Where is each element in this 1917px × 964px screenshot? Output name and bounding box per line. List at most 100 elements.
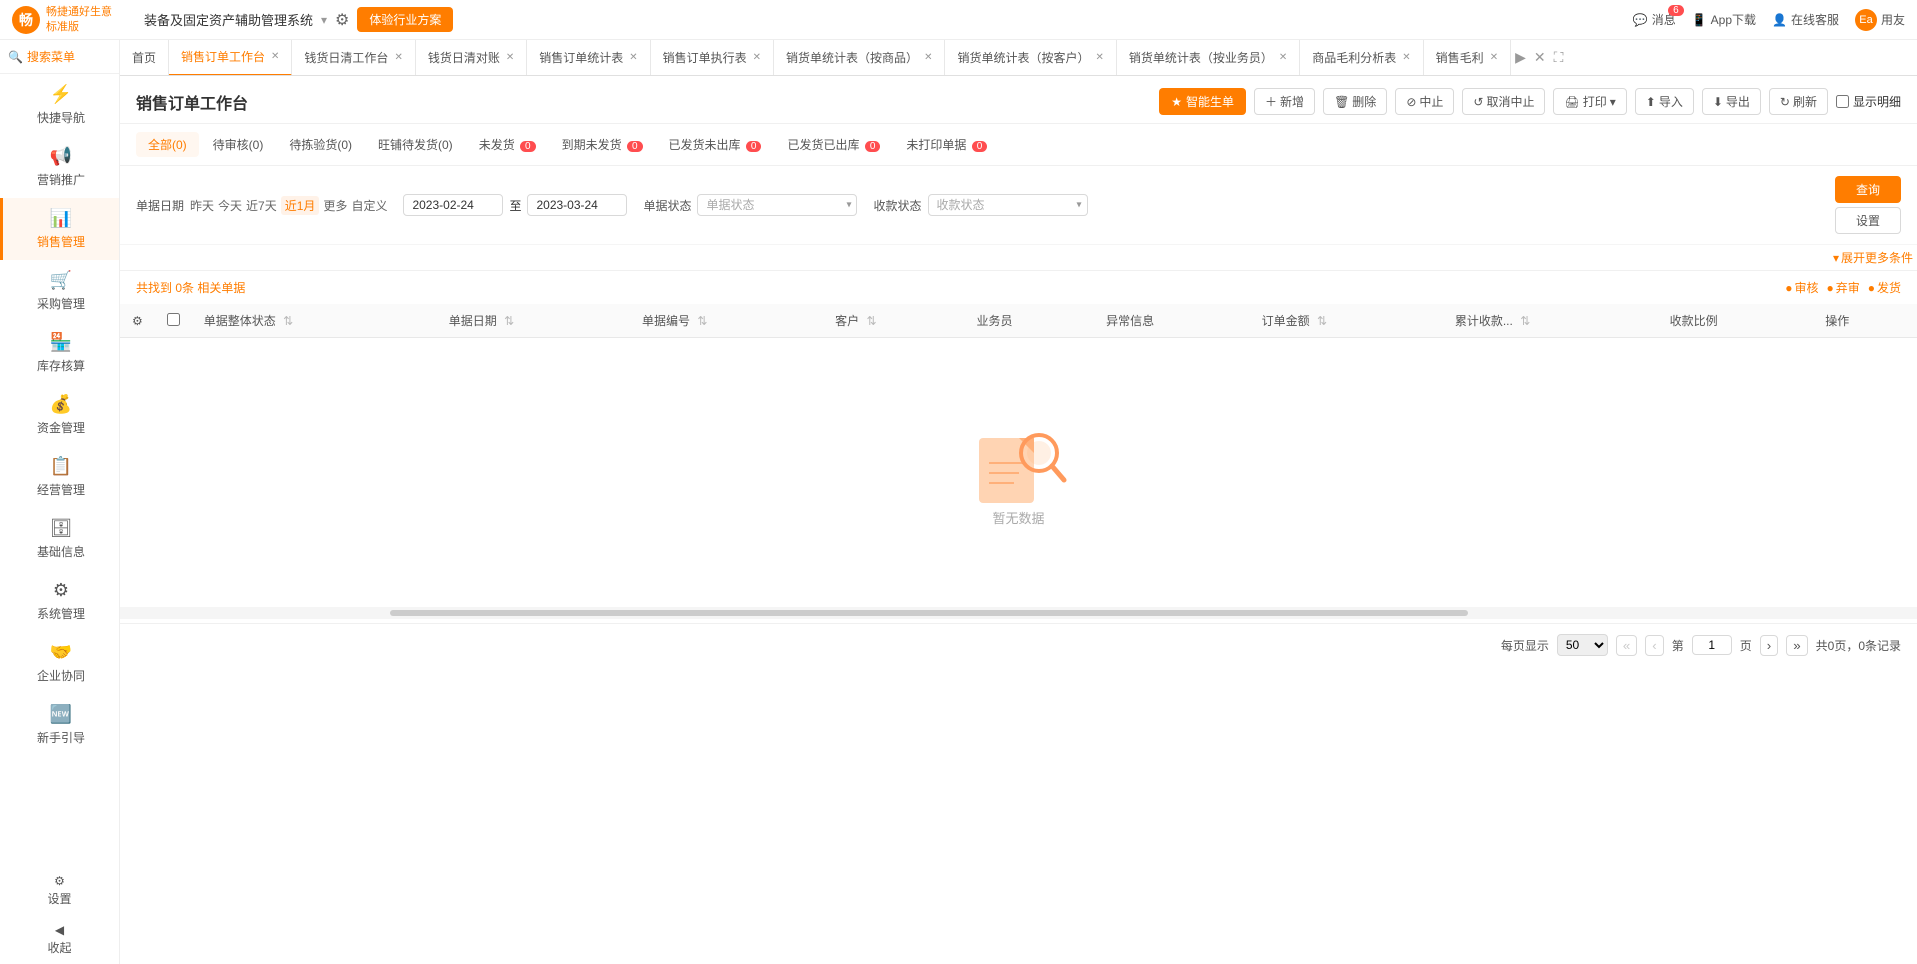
date-7days[interactable]: 近7天 <box>246 197 277 214</box>
th-amount[interactable]: 订单金额 ⇅ <box>1250 304 1443 338</box>
show-detail-checkbox[interactable] <box>1836 95 1849 108</box>
sidebar-item-inventory[interactable]: 🏪 库存核算 <box>0 322 119 384</box>
stop-btn[interactable]: ⊘ 中止 <box>1395 88 1454 115</box>
th-collected[interactable]: 累计收款... ⇅ <box>1443 304 1658 338</box>
last-page-btn[interactable]: » <box>1786 635 1807 656</box>
date-from-input[interactable] <box>403 194 503 216</box>
online-service-btn[interactable]: 👤 在线客服 <box>1772 11 1839 28</box>
horizontal-scrollbar[interactable] <box>120 607 1917 619</box>
th-abnormal[interactable]: 异常信息 <box>1094 304 1250 338</box>
tab-sales-stats-by-product[interactable]: 销货单统计表（按商品） ✕ <box>774 40 945 76</box>
query-btn[interactable]: 查询 <box>1835 176 1901 203</box>
filter-tab-not-printed[interactable]: 未打印单据 0 <box>894 132 999 157</box>
sidebar-item-base-info[interactable]: 🗄 基础信息 <box>0 508 119 570</box>
expand-btn[interactable]: ▾ 展开更多条件 <box>1833 249 1913 266</box>
date-more[interactable]: 更多 <box>323 197 347 214</box>
tab-close-sales-order-stats[interactable]: ✕ <box>629 52 637 63</box>
filter-tab-not-shipped[interactable]: 未发货 0 <box>467 132 548 157</box>
date-today[interactable]: 今天 <box>218 197 242 214</box>
th-status[interactable]: 单据整体状态 ⇅ <box>192 304 437 338</box>
filter-tab-shipped-not-out[interactable]: 已发货未出库 0 <box>657 132 774 157</box>
sidebar-item-new-guide[interactable]: 🆕 新手引导 <box>0 694 119 756</box>
tab-close-sales-stats-by-customer[interactable]: ✕ <box>1095 52 1103 63</box>
ship-btn[interactable]: ● 发货 <box>1868 279 1901 296</box>
settings-btn[interactable]: 设置 <box>1835 207 1901 234</box>
tab-cash-daily[interactable]: 钱货日清工作台 ✕ <box>292 40 415 76</box>
next-page-btn[interactable]: › <box>1760 635 1778 656</box>
tab-close-all-btn[interactable]: ✕ <box>1530 49 1550 66</box>
system-dropdown-btn[interactable]: ▾ <box>321 13 327 27</box>
th-staff[interactable]: 业务员 <box>964 304 1094 338</box>
tab-sales-profit[interactable]: 销售毛利 ✕ <box>1424 40 1511 76</box>
tab-close-sales-stats-by-staff[interactable]: ✕ <box>1279 52 1287 63</box>
date-to-input[interactable] <box>527 194 627 216</box>
unaudit-btn[interactable]: ● 弃审 <box>1826 279 1859 296</box>
filter-tab-pending-inspect[interactable]: 待拣验货(0) <box>277 132 364 157</box>
tab-sales-workbench[interactable]: 销售订单工作台 ✕ <box>169 40 292 76</box>
sidebar-item-purchase[interactable]: 🛒 采购管理 <box>0 260 119 322</box>
show-detail-label[interactable]: 显示明细 <box>1836 93 1901 110</box>
tab-close-sales-workbench[interactable]: ✕ <box>271 51 279 62</box>
filter-tab-overdue-not-shipped[interactable]: 到期未发货 0 <box>550 132 655 157</box>
sidebar-settings-btn[interactable]: ⚙ 设置 <box>0 866 119 915</box>
tab-close-product-margin[interactable]: ✕ <box>1402 52 1410 63</box>
tab-product-margin[interactable]: 商品毛利分析表 ✕ <box>1300 40 1423 76</box>
cancel-stop-btn[interactable]: ↺ 取消中止 <box>1462 88 1545 115</box>
tab-sales-stats-by-customer[interactable]: 销货单统计表（按客户） ✕ <box>945 40 1116 76</box>
per-page-select[interactable]: 10 20 50 100 <box>1557 634 1608 656</box>
status-select[interactable]: 单据状态 <box>697 194 857 216</box>
message-btn[interactable]: 💬 消息 6 <box>1633 11 1676 28</box>
sidebar-item-sys-mgmt[interactable]: ⚙ 系统管理 <box>0 570 119 632</box>
refresh-btn[interactable]: ↻ 刷新 <box>1769 88 1828 115</box>
sidebar-collapse-btn[interactable]: ◀ 收起 <box>0 915 119 964</box>
import-btn[interactable]: ⬆ 导入 <box>1635 88 1694 115</box>
tab-maximize-btn[interactable]: ⛶ <box>1550 49 1568 66</box>
tab-home[interactable]: 首页 <box>120 40 169 76</box>
tab-close-cash-daily[interactable]: ✕ <box>394 52 402 63</box>
gear-btn[interactable]: ⚙ <box>335 10 349 30</box>
review-btn[interactable]: ● 审核 <box>1785 279 1818 296</box>
page-number-input[interactable] <box>1692 635 1732 655</box>
tab-close-sales-stats-by-product[interactable]: ✕ <box>924 52 932 63</box>
payment-label: 收款状态 <box>873 197 921 214</box>
print-btn[interactable]: 🖨 打印 ▾ <box>1553 88 1626 115</box>
th-settings[interactable]: ⚙ <box>120 304 155 338</box>
delete-btn[interactable]: 🗑 删除 <box>1323 88 1387 115</box>
export-btn[interactable]: ⬇ 导出 <box>1702 88 1761 115</box>
filter-tab-pending-review[interactable]: 待审核(0) <box>201 132 276 157</box>
sidebar-item-sales[interactable]: 📊 销售管理 <box>0 198 119 260</box>
sort-amount-icon: ⇅ <box>1317 314 1327 328</box>
first-page-btn[interactable]: « <box>1616 635 1637 656</box>
select-all-checkbox[interactable] <box>167 313 180 326</box>
payment-select[interactable]: 收款状态 <box>928 194 1088 216</box>
filter-tab-wangpu-ship[interactable]: 旺铺待发货(0) <box>366 132 465 157</box>
tab-close-sales-order-exec[interactable]: ✕ <box>753 52 761 63</box>
tab-cash-reconcile[interactable]: 钱货日清对账 ✕ <box>416 40 527 76</box>
tab-close-sales-profit[interactable]: ✕ <box>1490 52 1498 63</box>
th-date[interactable]: 单据日期 ⇅ <box>437 304 630 338</box>
trial-button[interactable]: 体验行业方案 <box>357 7 453 32</box>
date-1month[interactable]: 近1月 <box>281 196 320 215</box>
th-customer[interactable]: 客户 ⇅ <box>823 304 964 338</box>
sidebar-item-ops[interactable]: 📋 经营管理 <box>0 446 119 508</box>
filter-tab-all[interactable]: 全部(0) <box>136 132 199 157</box>
prev-page-btn[interactable]: ‹ <box>1645 635 1663 656</box>
sidebar-item-finance[interactable]: 💰 资金管理 <box>0 384 119 446</box>
th-number[interactable]: 单据编号 ⇅ <box>630 304 823 338</box>
filter-tab-shipped-out[interactable]: 已发货已出库 0 <box>775 132 892 157</box>
date-yesterday[interactable]: 昨天 <box>190 197 214 214</box>
date-custom[interactable]: 自定义 <box>351 197 387 214</box>
app-download-btn[interactable]: 📱 App下载 <box>1692 11 1756 28</box>
tab-sales-order-stats[interactable]: 销售订单统计表 ✕ <box>527 40 650 76</box>
tab-scroll-right-btn[interactable]: ▶ <box>1511 49 1530 66</box>
sidebar-item-marketing[interactable]: 📢 营销推广 <box>0 136 119 198</box>
user-btn[interactable]: Ea 用友 <box>1855 9 1905 31</box>
smart-btn[interactable]: ★ 智能生单 <box>1159 88 1246 115</box>
add-btn[interactable]: ＋ 新增 <box>1254 88 1315 115</box>
sidebar-item-corp-collab[interactable]: 🤝 企业协同 <box>0 632 119 694</box>
sidebar-item-quick-nav[interactable]: ⚡ 快捷导航 <box>0 74 119 136</box>
tab-close-cash-reconcile[interactable]: ✕ <box>506 52 514 63</box>
tab-sales-order-exec[interactable]: 销售订单执行表 ✕ <box>651 40 774 76</box>
tab-sales-stats-by-staff[interactable]: 销货单统计表（按业务员） ✕ <box>1117 40 1300 76</box>
sidebar-search[interactable]: 🔍 搜索菜单 <box>0 40 119 74</box>
